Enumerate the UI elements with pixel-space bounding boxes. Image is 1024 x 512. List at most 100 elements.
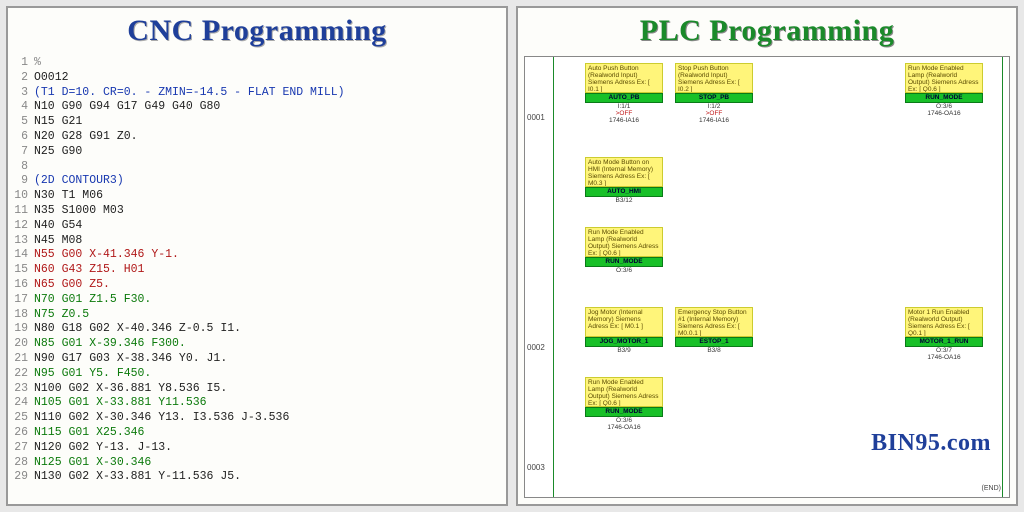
code-text: N30 T1 M06	[34, 189, 103, 204]
element-description: Stop Push Button (Realworld Input) Sieme…	[675, 63, 753, 93]
code-line: 22N95 G01 Y5. F450.	[12, 367, 502, 382]
plc-panel: PLC Programming BIN95.com (END) 00010002…	[516, 6, 1018, 506]
code-line: 12N40 G54	[12, 219, 502, 234]
line-number: 24	[12, 396, 34, 411]
code-line: 28N125 G01 X-30.346	[12, 456, 502, 471]
ladder-element: Auto Mode Button on HMI (Internal Memory…	[585, 157, 663, 204]
code-line: 3(T1 D=10. CR=0. - ZMIN=-14.5 - FLAT END…	[12, 86, 502, 101]
code-line: 5N15 G21	[12, 115, 502, 130]
ladder-element: Auto Push Button (Realworld Input) Sieme…	[585, 63, 663, 124]
element-address: O:3/7	[905, 347, 983, 354]
element-tag: AUTO_PB	[585, 93, 663, 103]
ladder-element: Run Mode Enabled Lamp (Realworld Output)…	[585, 377, 663, 431]
line-number: 25	[12, 411, 34, 426]
code-text: N95 G01 Y5. F450.	[34, 367, 151, 382]
code-line: 17N70 G01 Z1.5 F30.	[12, 293, 502, 308]
line-number: 29	[12, 470, 34, 485]
code-line: 9(2D CONTOUR3)	[12, 174, 502, 189]
ladder-element: Emergency Stop Button #1 (Internal Memor…	[675, 307, 753, 354]
element-description: Jog Motor (Internal Memory) Siemens Adre…	[585, 307, 663, 337]
element-description: Run Mode Enabled Lamp (Realworld Output)…	[585, 377, 663, 407]
element-description: Auto Mode Button on HMI (Internal Memory…	[585, 157, 663, 187]
code-text: N85 G01 X-39.346 F300.	[34, 337, 186, 352]
code-line: 7N25 G90	[12, 145, 502, 160]
code-text: %	[34, 56, 41, 71]
code-text: (2D CONTOUR3)	[34, 174, 124, 189]
line-number: 14	[12, 248, 34, 263]
line-number: 1	[12, 56, 34, 71]
line-number: 7	[12, 145, 34, 160]
element-address: B3/9	[585, 347, 663, 354]
code-text: N40 G54	[34, 219, 82, 234]
line-number: 16	[12, 278, 34, 293]
line-number: 27	[12, 441, 34, 456]
code-text: N10 G90 G94 G17 G49 G40 G80	[34, 100, 220, 115]
line-number: 4	[12, 100, 34, 115]
code-text: N125 G01 X-30.346	[34, 456, 151, 471]
line-number: 21	[12, 352, 34, 367]
element-description: Motor 1 Run Enabled (Realworld Output) S…	[905, 307, 983, 337]
code-line: 18N75 Z0.5	[12, 308, 502, 323]
code-text: N60 G43 Z15. H01	[34, 263, 144, 278]
code-text: N90 G17 G03 X-38.346 Y0. J1.	[34, 352, 227, 367]
element-tag: MOTOR_1_RUN	[905, 337, 983, 347]
element-note: 1746-OA16	[905, 110, 983, 117]
element-note: 1746-IA16	[585, 117, 663, 124]
element-address: I:1/1	[585, 103, 663, 110]
line-number: 19	[12, 322, 34, 337]
element-description: Run Mode Enabled Lamp (Realworld Output)…	[905, 63, 983, 93]
cnc-code-listing: 1%2O00123(T1 D=10. CR=0. - ZMIN=-14.5 - …	[8, 56, 506, 504]
ladder-element: Jog Motor (Internal Memory) Siemens Adre…	[585, 307, 663, 354]
code-line: 10N30 T1 M06	[12, 189, 502, 204]
code-line: 23N100 G02 X-36.881 Y8.536 I5.	[12, 382, 502, 397]
element-tag: AUTO_HMI	[585, 187, 663, 197]
ladder-element: Run Mode Enabled Lamp (Realworld Output)…	[905, 63, 983, 117]
element-tag: RUN_MODE	[905, 93, 983, 103]
element-note: 1746-OA16	[905, 354, 983, 361]
code-text: N35 S1000 M03	[34, 204, 124, 219]
code-text: N105 G01 X-33.881 Y11.536	[34, 396, 207, 411]
code-line: 13N45 M08	[12, 234, 502, 249]
code-line: 14N55 G00 X-41.346 Y-1.	[12, 248, 502, 263]
code-text: N55 G00 X-41.346 Y-1.	[34, 248, 179, 263]
brand-label: BIN95.com	[871, 430, 991, 457]
element-tag: STOP_PB	[675, 93, 753, 103]
element-address: B3/8	[675, 347, 753, 354]
code-line: 15N60 G43 Z15. H01	[12, 263, 502, 278]
element-tag: ESTOP_1	[675, 337, 753, 347]
line-number: 6	[12, 130, 34, 145]
code-line: 27N120 G02 Y-13. J-13.	[12, 441, 502, 456]
line-number: 3	[12, 86, 34, 101]
cnc-panel: CNC Programming 1%2O00123(T1 D=10. CR=0.…	[6, 6, 508, 506]
code-text: N15 G21	[34, 115, 82, 130]
element-address: O:3/6	[585, 267, 663, 274]
ladder-rail-left	[553, 57, 554, 497]
line-number: 5	[12, 115, 34, 130]
ladder-element: Motor 1 Run Enabled (Realworld Output) S…	[905, 307, 983, 361]
plc-ladder-diagram: BIN95.com (END) 000100020003Auto Push Bu…	[524, 56, 1010, 498]
element-address: O:3/6	[585, 417, 663, 424]
rung-number: 0003	[527, 463, 545, 472]
code-line: 6N20 G28 G91 Z0.	[12, 130, 502, 145]
code-text: N120 G02 Y-13. J-13.	[34, 441, 172, 456]
code-line: 25N110 G02 X-30.346 Y13. I3.536 J-3.536	[12, 411, 502, 426]
code-line: 19N80 G18 G02 X-40.346 Z-0.5 I1.	[12, 322, 502, 337]
element-address: I:1/2	[675, 103, 753, 110]
line-number: 13	[12, 234, 34, 249]
line-number: 17	[12, 293, 34, 308]
ladder-element: Run Mode Enabled Lamp (Realworld Output)…	[585, 227, 663, 274]
line-number: 9	[12, 174, 34, 189]
cnc-title: CNC Programming	[8, 8, 506, 56]
line-number: 15	[12, 263, 34, 278]
code-text: N65 G00 Z5.	[34, 278, 110, 293]
code-text: N25 G90	[34, 145, 82, 160]
code-line: 8	[12, 160, 502, 175]
line-number: 28	[12, 456, 34, 471]
code-text: N75 Z0.5	[34, 308, 89, 323]
element-state: >OFF	[585, 110, 663, 117]
code-text: N70 G01 Z1.5 F30.	[34, 293, 151, 308]
code-text: O0012	[34, 71, 69, 86]
code-line: 24N105 G01 X-33.881 Y11.536	[12, 396, 502, 411]
code-text: (T1 D=10. CR=0. - ZMIN=-14.5 - FLAT END …	[34, 86, 345, 101]
element-tag: RUN_MODE	[585, 257, 663, 267]
